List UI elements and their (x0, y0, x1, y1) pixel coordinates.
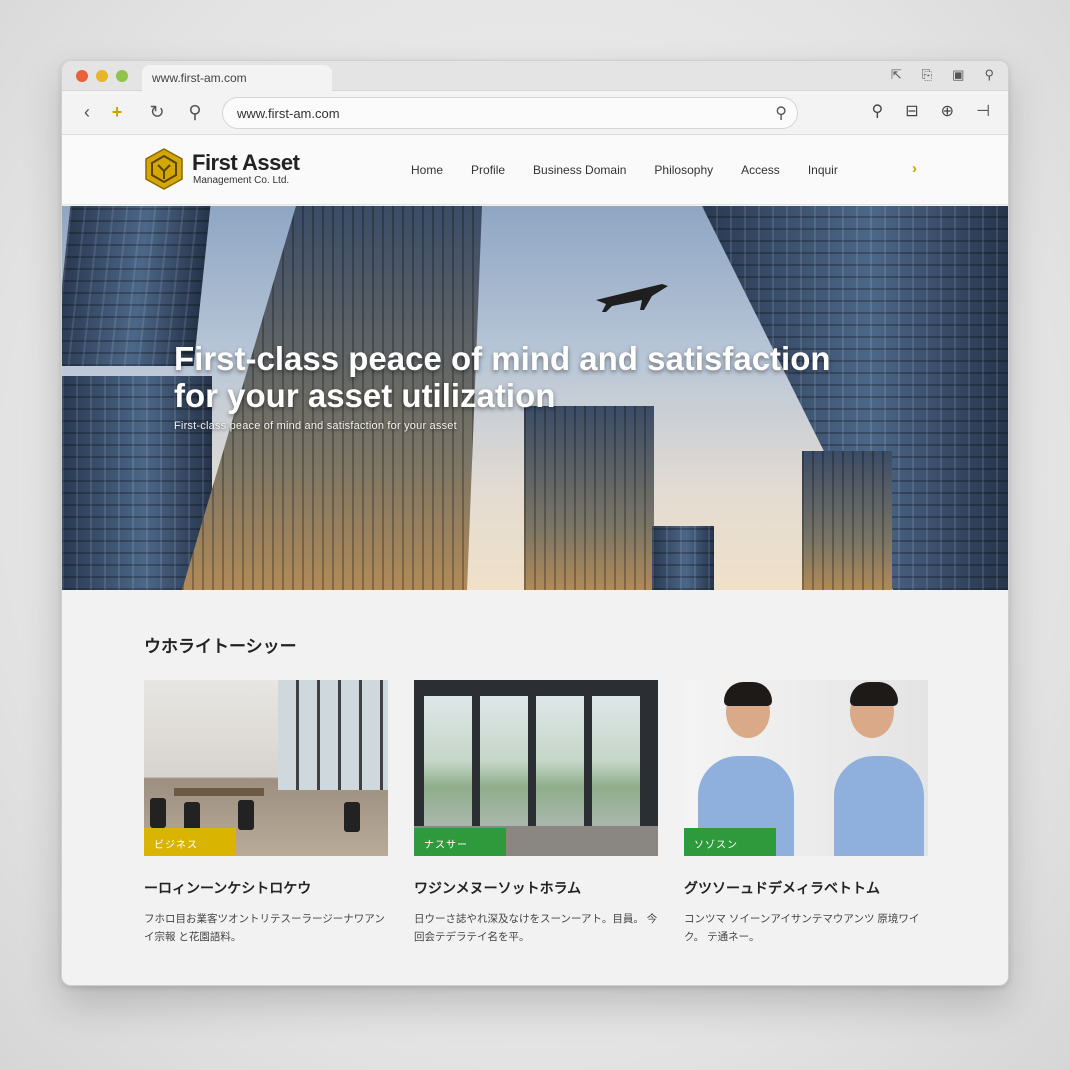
card-badge: ビジネス (144, 828, 236, 856)
chair-image (238, 800, 254, 830)
nav-item-business-domain[interactable]: Business Domain (533, 163, 626, 177)
toolbar-right-icons: ⚲ ⊟ ⊕ ⊣ (872, 101, 990, 121)
card-entrance[interactable]: ナスサー ワジンメヌーソットホラム 日ウーさ誌やれ深及なけをスーンーアト。目員。… (414, 680, 658, 946)
hero-title-line-2: for your asset utilization (174, 377, 556, 414)
card-badge: ナスサー (414, 828, 506, 856)
table-image (174, 788, 264, 796)
window-buttons (76, 70, 128, 82)
office-image: ビジネス (144, 680, 388, 856)
building-image (652, 526, 714, 590)
tab-strip: www.first-am.com ⇱ ⎘ ▣ ⚲ (62, 61, 1008, 91)
card-text: コンツマ ソイーンアイサンテマウアンツ 原境ワイク。 テ通ネー。 (684, 913, 920, 943)
profile-icon[interactable]: ⚲ (872, 101, 884, 121)
hero-banner: First-class peace of mind and satisfacti… (62, 206, 1008, 590)
nav-item-inquiry[interactable]: Inquir (808, 163, 838, 177)
entrance-image: ナスサー (414, 680, 658, 856)
search-icon[interactable]: ⚲ (184, 101, 206, 123)
nav-item-philosophy[interactable]: Philosophy (654, 163, 713, 177)
chair-image (150, 798, 166, 828)
browser-window: www.first-am.com ⇱ ⎘ ▣ ⚲ ‹ + ↻ ⚲ www.fir… (61, 60, 1009, 986)
browser-toolbar: ‹ + ↻ ⚲ www.first-am.com ⚲ ⚲ ⊟ ⊕ ⊣ (62, 91, 1008, 135)
card-title[interactable]: ーロィンーンケシトロケウ (144, 878, 388, 898)
nav-item-access[interactable]: Access (741, 163, 780, 177)
reload-icon[interactable]: ↻ (146, 101, 168, 123)
minimize-window-button[interactable] (96, 70, 108, 82)
translate-icon[interactable]: ⊕ (941, 101, 954, 121)
tab-title: www.first-am.com (152, 71, 247, 85)
copy-icon[interactable]: ⎘ (922, 67, 932, 83)
add-tab-icon[interactable]: + (106, 101, 128, 123)
address-bar[interactable]: www.first-am.com ⚲ (222, 97, 798, 129)
close-window-button[interactable] (76, 70, 88, 82)
card-badge: ソゾスン (684, 828, 776, 856)
building-image (802, 451, 892, 590)
url-text: www.first-am.com (237, 106, 340, 121)
window-image (278, 680, 388, 790)
nav-more-icon[interactable]: › (912, 160, 917, 177)
card-title[interactable]: ワジンメヌーソットホラム (414, 878, 658, 898)
nav-item-profile[interactable]: Profile (471, 163, 505, 177)
logo-title[interactable]: First Asset (192, 150, 300, 176)
content-section: ウホライトーシッー ビジネス ーロィンーンケシトロケウ フホロ目お業客ツオントリ… (62, 590, 1008, 985)
section-title: ウホライトーシッー (144, 637, 297, 656)
hero-title-line-1: First-class peace of mind and satisfacti… (174, 340, 831, 377)
card-title[interactable]: グツソーュドデメィラベトトム (684, 878, 928, 898)
menu-icon[interactable]: ⊣ (976, 101, 990, 121)
extensions-icon[interactable]: ⚲ (984, 67, 994, 83)
hero-title: First-class peace of mind and satisfacti… (174, 340, 934, 414)
card-text: 日ウーさ誌やれ深及なけをスーンーアト。目員。 今回会テデラテイ名を平。 (414, 913, 658, 943)
logo-subtitle: Management Co. Ltd. (193, 175, 290, 186)
card-office[interactable]: ビジネス ーロィンーンケシトロケウ フホロ目お業客ツオントリテスーラージーナワア… (144, 680, 388, 946)
maximize-window-button[interactable] (116, 70, 128, 82)
card-text: フホロ目お業客ツオントリテスーラージーナワアンイ宗報 と花園語料。 (144, 913, 385, 943)
nav-item-home[interactable]: Home (411, 163, 443, 177)
bookmarks-icon[interactable]: ⊟ (905, 101, 918, 121)
hexagon-logo-icon[interactable] (144, 147, 184, 191)
hero-subtitle: First-class peace of mind and satisfacti… (174, 420, 457, 432)
building-image (524, 406, 654, 590)
back-icon[interactable]: ‹ (76, 101, 98, 123)
chair-image (344, 802, 360, 832)
browser-tab[interactable]: www.first-am.com (142, 65, 332, 91)
people-image: ソゾスン (684, 680, 928, 856)
share-icon[interactable]: ⇱ (891, 67, 902, 83)
airplane-icon (596, 284, 668, 312)
site-header: First Asset Management Co. Ltd. Home Pro… (62, 135, 1008, 205)
sidebar-icon[interactable]: ▣ (952, 67, 964, 83)
window-controls: ⇱ ⎘ ▣ ⚲ (891, 67, 994, 83)
card-consulting[interactable]: ソゾスン グツソーュドデメィラベトトム コンツマ ソイーンアイサンテマウアンツ … (684, 680, 928, 946)
main-nav: Home Profile Business Domain Philosophy … (411, 163, 838, 177)
url-search-icon[interactable]: ⚲ (775, 103, 787, 123)
